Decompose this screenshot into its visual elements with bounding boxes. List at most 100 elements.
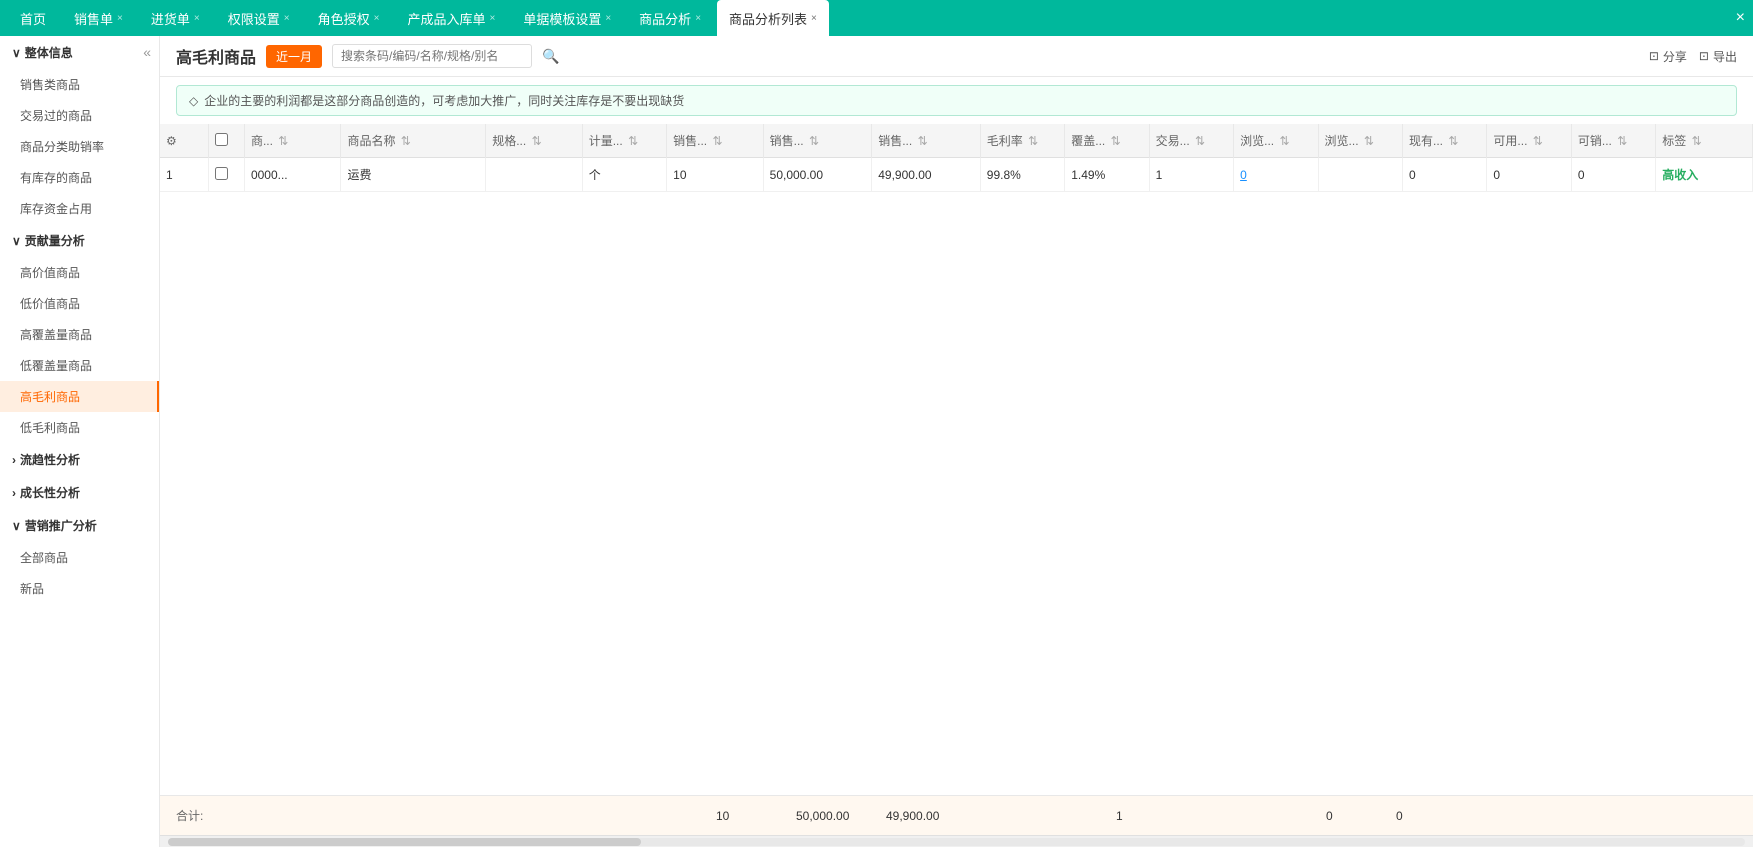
search-button[interactable]: 🔍 [542,48,559,65]
cell-index: 1 [160,158,208,192]
table-container[interactable]: ⚙ 商... ⇅ 商品名称 ⇅ [160,124,1753,795]
col-gross-rate[interactable]: 毛利率 ⇅ [980,124,1064,158]
sidebar-item-new-goods[interactable]: 新品 [0,573,159,604]
sort-icon-sales1: ⇅ [713,134,723,148]
sidebar-item-high-coverage[interactable]: 高覆盖量商品 [0,319,159,350]
col-tag[interactable]: 标签 ⇅ [1656,124,1753,158]
tab-role-label: 角色授权 [318,9,370,28]
tab-home[interactable]: 首页 [8,0,58,36]
col-available[interactable]: 可用... ⇅ [1487,124,1571,158]
sidebar-item-high-value[interactable]: 高价值商品 [0,257,159,288]
select-all-checkbox[interactable] [215,133,228,146]
sidebar-item-high-margin[interactable]: 高毛利商品 [0,381,159,412]
scroll-track[interactable] [168,838,1745,846]
sidebar-item-low-coverage[interactable]: 低覆盖量商品 [0,350,159,381]
sidebar-item-in-stock[interactable]: 有库存的商品 [0,162,159,193]
footer-sales3: 49,900.00 [886,809,976,823]
main-layout: « ∨ 整体信息 销售类商品 交易过的商品 商品分类助销率 有库存的商品 库存资… [0,36,1753,847]
col-browse2[interactable]: 浏览... ⇅ [1318,124,1402,158]
scroll-thumb[interactable] [168,838,641,846]
col-checkbox[interactable] [208,124,244,158]
footer-current: 0 [1326,809,1396,823]
tab-purchase-close[interactable]: × [194,13,200,24]
chevron-down-icon-2: ∨ [12,234,21,248]
col-sellable[interactable]: 可销... ⇅ [1571,124,1655,158]
col-index: ⚙ [160,124,208,158]
col-code[interactable]: 商... ⇅ [244,124,341,158]
sort-icon-available: ⇅ [1533,134,1543,148]
cell-gross-rate: 99.8% [980,158,1064,192]
tab-sales[interactable]: 销售单 × [62,0,135,36]
footer-sales2: 50,000.00 [796,809,886,823]
sidebar-group-growth[interactable]: › 成长性分析 [0,476,159,509]
col-current[interactable]: 现有... ⇅ [1402,124,1486,158]
sidebar-item-low-value[interactable]: 低价值商品 [0,288,159,319]
col-sales2[interactable]: 销售... ⇅ [763,124,872,158]
col-coverage[interactable]: 覆盖... ⇅ [1065,124,1149,158]
info-icon: ◇ [189,94,198,108]
tab-product-entry[interactable]: 产成品入库单 × [395,0,507,36]
tab-purchase-label: 进货单 [151,9,190,28]
sidebar-collapse-button[interactable]: « [143,44,151,60]
sidebar-group-trend[interactable]: › 流趋性分析 [0,443,159,476]
col-name[interactable]: 商品名称 ⇅ [341,124,486,158]
footer-values: 10 50,000.00 49,900.00 1 0 0 [256,809,1466,823]
sidebar-item-stock-fund[interactable]: 库存资金占用 [0,193,159,224]
row-checkbox[interactable] [215,167,228,180]
tag-label: 高收入 [1662,168,1698,182]
export-action[interactable]: ⊡ 导出 [1699,48,1737,65]
share-action[interactable]: ⊡ 分享 [1649,48,1687,65]
sort-icon-sellable: ⇅ [1617,134,1627,148]
sort-icon-browse1: ⇅ [1279,134,1289,148]
col-browse1[interactable]: 浏览... ⇅ [1234,124,1318,158]
sidebar-item-sales-goods[interactable]: 销售类商品 [0,69,159,100]
sidebar-item-low-margin[interactable]: 低毛利商品 [0,412,159,443]
export-icon: ⊡ [1699,49,1709,63]
tab-template-close[interactable]: × [605,13,611,24]
search-input[interactable] [332,44,532,68]
tab-role[interactable]: 角色授权 × [306,0,392,36]
settings-icon[interactable]: ⚙ [166,134,177,148]
tab-permission-close[interactable]: × [284,13,290,24]
tab-permission[interactable]: 权限设置 × [216,0,302,36]
chevron-down-icon-3: ∨ [12,519,21,533]
sidebar-item-category-rate[interactable]: 商品分类助销率 [0,131,159,162]
filter-button[interactable]: 近一月 [266,45,322,68]
page-title: 高毛利商品 [176,44,256,68]
tab-product-entry-close[interactable]: × [489,13,495,24]
cell-sales1: 10 [667,158,764,192]
tab-analysis-list[interactable]: 商品分析列表 × [717,0,829,36]
tab-analysis-list-close[interactable]: × [811,13,817,24]
sidebar-group-contribution[interactable]: ∨ 贡献量分析 [0,224,159,257]
tab-permission-label: 权限设置 [228,9,280,28]
tab-product-entry-label: 产成品入库单 [407,9,485,28]
sidebar-item-traded-goods[interactable]: 交易过的商品 [0,100,159,131]
scroll-bar[interactable] [160,835,1753,847]
tab-role-close[interactable]: × [374,13,380,24]
sidebar-group-overall[interactable]: ∨ 整体信息 [0,36,159,69]
tab-template[interactable]: 单据模板设置 × [511,0,623,36]
cell-checkbox[interactable] [208,158,244,192]
top-nav: 首页 销售单 × 进货单 × 权限设置 × 角色授权 × 产成品入库单 × 单据… [0,0,1753,36]
search-icon: 🔍 [542,48,559,64]
cell-spec [486,158,583,192]
tab-analysis[interactable]: 商品分析 × [627,0,713,36]
col-trade[interactable]: 交易... ⇅ [1149,124,1233,158]
sidebar-group-marketing[interactable]: ∨ 营销推广分析 [0,509,159,542]
tab-sales-close[interactable]: × [117,13,123,24]
sort-icon-gross: ⇅ [1028,134,1038,148]
col-spec[interactable]: 规格... ⇅ [486,124,583,158]
footer-label: 合计: [176,807,256,824]
header-actions: ⊡ 分享 ⊡ 导出 [1649,48,1737,65]
col-unit[interactable]: 计量... ⇅ [582,124,666,158]
footer-sales1: 10 [716,809,796,823]
tab-analysis-close[interactable]: × [695,13,701,24]
col-sales1[interactable]: 销售... ⇅ [667,124,764,158]
sidebar-item-all-goods[interactable]: 全部商品 [0,542,159,573]
col-sales3[interactable]: 销售... ⇅ [872,124,981,158]
tab-purchase[interactable]: 进货单 × [139,0,212,36]
close-all-tabs[interactable]: × [1736,9,1745,27]
cell-browse1[interactable]: 0 [1234,158,1318,192]
sort-icon-spec: ⇅ [532,134,542,148]
cell-sales2: 50,000.00 [763,158,872,192]
